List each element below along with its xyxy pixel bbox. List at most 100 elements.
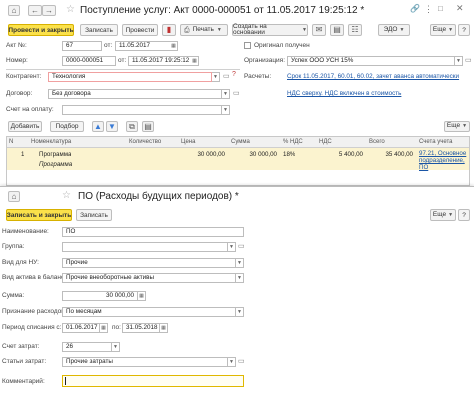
chevron-down-icon[interactable]: ▼: [228, 242, 236, 252]
period-label: Период списания с:: [2, 324, 62, 331]
print-icon[interactable]: ⎙ Печать ▼: [180, 24, 228, 36]
asset-kind-label: Вид актива в балансе:: [2, 274, 70, 281]
forward-arrow-icon[interactable]: →: [42, 5, 56, 16]
col-header-sum[interactable]: Сумма: [229, 137, 281, 148]
home-icon[interactable]: ⌂: [8, 191, 20, 202]
group-field[interactable]: [62, 242, 228, 252]
contractor-label: Контрагент:: [6, 73, 42, 80]
calculations-link[interactable]: Срок 11.05.2017, 60.01, 60.02, зачет ава…: [287, 72, 459, 81]
favorite-star-icon[interactable]: ☆: [62, 190, 71, 201]
calendar-icon[interactable]: ▦: [191, 56, 199, 66]
col-header-qty[interactable]: Количество: [127, 137, 179, 148]
tax-kind-label: Вид для НУ:: [2, 259, 39, 266]
save-button[interactable]: Записать: [76, 209, 112, 221]
back-arrow-icon[interactable]: ←: [28, 5, 42, 16]
tax-kind-field[interactable]: Прочие: [62, 258, 236, 268]
chevron-down-icon[interactable]: ▼: [455, 56, 463, 66]
cell-accounts[interactable]: 97.21, Основное подразделение, ПО: [419, 150, 469, 171]
table-more-label: Еще: [446, 122, 461, 130]
favorite-star-icon[interactable]: ☆: [66, 4, 75, 15]
contract-field[interactable]: Без договора: [48, 89, 222, 99]
table-row[interactable]: 1 Программа Программа 30 000,00 30 000,0…: [7, 148, 469, 171]
cost-item-field[interactable]: Прочие затраты: [62, 357, 228, 367]
create-based-on-button[interactable]: Создать на основании ▼: [232, 23, 308, 36]
more-vertical-icon[interactable]: ⋮: [424, 4, 433, 15]
move-up-icon[interactable]: ▲: [92, 121, 104, 132]
copy-row-icon[interactable]: ⧉: [126, 121, 138, 132]
name-field[interactable]: ПО: [62, 227, 244, 237]
report-icon[interactable]: ▤: [330, 24, 344, 36]
chevron-down-icon[interactable]: ▼: [236, 258, 244, 268]
open-icon[interactable]: ▭: [238, 357, 245, 365]
payment-invoice-field[interactable]: [62, 105, 222, 115]
cost-account-field[interactable]: 26: [62, 342, 112, 352]
link-icon[interactable]: 🔗: [410, 4, 420, 13]
edo-label: ЭДО: [383, 25, 398, 33]
period-from-field[interactable]: 01.06.2017: [62, 323, 100, 333]
chevron-down-icon[interactable]: ▼: [222, 105, 230, 115]
original-received-checkbox[interactable]: [244, 42, 251, 49]
table-more-button[interactable]: Еще ▼: [444, 121, 470, 132]
post-and-close-button[interactable]: Провести и закрыть: [8, 24, 74, 36]
calculator-icon[interactable]: ▦: [138, 291, 146, 301]
cell-item-sub: Программа: [39, 161, 73, 168]
original-received-label: Оригинал получен: [254, 42, 310, 49]
edo-button[interactable]: ЭДО ▼: [378, 24, 410, 36]
chevron-down-icon: ▼: [399, 26, 405, 33]
organization-field[interactable]: Успех ООО УСН 15%: [287, 56, 455, 66]
chevron-down-icon[interactable]: ▼: [228, 357, 236, 367]
home-icon[interactable]: ⌂: [8, 5, 20, 16]
col-header-price[interactable]: Цена: [179, 137, 229, 148]
sum-field[interactable]: 30 000,00: [62, 291, 138, 301]
chevron-down-icon[interactable]: ▼: [222, 89, 230, 99]
post-status-icon[interactable]: ▮: [162, 24, 176, 36]
col-header-item[interactable]: Номенклатура: [29, 137, 127, 148]
chevron-down-icon[interactable]: ▼: [112, 342, 120, 352]
add-row-button[interactable]: Добавить: [8, 121, 42, 132]
chevron-down-icon[interactable]: ▼: [236, 273, 244, 283]
save-button[interactable]: Записать: [80, 24, 118, 36]
attachment-icon[interactable]: ✉: [312, 24, 326, 36]
subform-title: ПО (Расходы будущих периодов) *: [78, 191, 239, 202]
structure-icon[interactable]: ☷: [348, 24, 362, 36]
post-button[interactable]: Провести: [122, 24, 158, 36]
col-header-n[interactable]: N: [7, 137, 29, 148]
divider: [6, 69, 240, 70]
col-header-vat-rate[interactable]: % НДС: [281, 137, 317, 148]
calendar-icon[interactable]: ▦: [100, 323, 108, 333]
number-date-field[interactable]: 11.05.2017 19:25:12: [128, 56, 192, 66]
more-button[interactable]: Еще ▼: [430, 24, 456, 36]
subform-more-button[interactable]: Еще ▼: [430, 209, 456, 221]
help-button[interactable]: ?: [458, 209, 470, 221]
calendar-icon[interactable]: ▦: [160, 323, 168, 333]
act-number-field[interactable]: 67: [62, 41, 102, 51]
fill-icon[interactable]: ▤: [142, 121, 154, 132]
col-header-vat[interactable]: НДС: [317, 137, 367, 148]
open-icon[interactable]: ▭: [238, 242, 245, 250]
recognition-field[interactable]: По месяцам: [62, 307, 236, 317]
period-to-field[interactable]: 31.05.2018: [122, 323, 160, 333]
chevron-down-icon: ▼: [462, 123, 468, 129]
open-icon[interactable]: ▭: [233, 89, 240, 97]
act-date-field[interactable]: 11.05.2017: [115, 41, 171, 51]
vat-link[interactable]: НДС сверху. НДС включен в стоимость: [287, 89, 401, 98]
asset-kind-field[interactable]: Прочие внеоборотные активы: [62, 273, 236, 283]
open-icon[interactable]: ▭: [223, 72, 230, 80]
contractor-field[interactable]: Технология: [48, 72, 212, 82]
chevron-down-icon: ▼: [448, 211, 454, 218]
col-header-accounts[interactable]: Счета учета: [417, 137, 469, 148]
chevron-down-icon[interactable]: ▼: [236, 307, 244, 317]
comment-field[interactable]: [62, 375, 244, 387]
move-down-icon[interactable]: ▼: [106, 121, 118, 132]
close-icon[interactable]: ✕: [456, 3, 464, 14]
help-question-icon[interactable]: ?: [232, 71, 236, 78]
number-field[interactable]: 0000-000051: [62, 56, 116, 66]
save-and-close-button[interactable]: Записать и закрыть: [6, 209, 72, 221]
selection-button[interactable]: Подбор: [50, 121, 84, 132]
help-button[interactable]: ?: [458, 24, 470, 36]
col-header-total[interactable]: Всего: [367, 137, 417, 148]
chevron-down-icon[interactable]: ▼: [212, 72, 220, 82]
calendar-icon[interactable]: ▦: [170, 41, 178, 51]
open-icon[interactable]: ▭: [465, 56, 472, 64]
maximize-icon[interactable]: □: [438, 4, 443, 13]
